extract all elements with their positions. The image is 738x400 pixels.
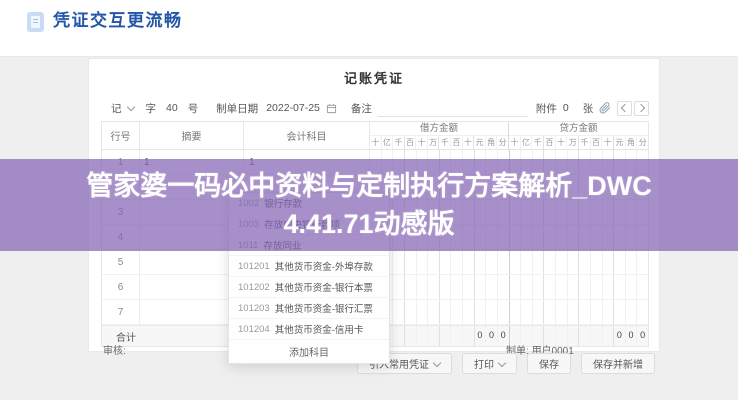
digit-label: 十 bbox=[602, 136, 615, 149]
row-number: 7 bbox=[102, 300, 140, 324]
chevron-down-icon[interactable] bbox=[126, 102, 135, 112]
add-subject-button[interactable]: 添加科目 bbox=[229, 340, 389, 363]
chevron-right-icon bbox=[636, 103, 646, 113]
page: 凭证交互更流畅 记账凭证 记 字 40 号 制单日期 2022-07-25 备注… bbox=[0, 0, 738, 400]
subject-option[interactable]: 101204 其他货币资金-信用卡 bbox=[229, 319, 389, 340]
digit-label: 百 bbox=[451, 136, 463, 149]
digit-label: 角 bbox=[626, 136, 638, 149]
digit-label: 千 bbox=[532, 136, 545, 149]
voucher-type-select[interactable]: 记 bbox=[111, 101, 122, 116]
digit-label: 分 bbox=[638, 138, 647, 147]
voucher-title: 记账凭证 bbox=[343, 71, 404, 86]
digit-label: 十 bbox=[509, 136, 521, 149]
debit-column-group: 借方金额 十亿千百十万千百十元角分 bbox=[370, 122, 509, 149]
promo-line-1: 管家婆一码必中资料与定制执行方案解析_DWC bbox=[86, 170, 652, 201]
chevron-left-icon bbox=[620, 103, 630, 113]
date-value[interactable]: 2022-07-25 bbox=[266, 102, 320, 114]
credit-column-group: 贷方金额 十亿千百十万千百十元角分 bbox=[509, 122, 648, 149]
digit-label: 千 bbox=[579, 136, 591, 149]
remark-input[interactable] bbox=[377, 99, 528, 117]
col-debit: 借方金额 bbox=[370, 122, 508, 136]
digit-label: 元 bbox=[614, 136, 626, 149]
chevron-down-icon bbox=[497, 358, 507, 367]
number-unit-label: 号 bbox=[187, 102, 199, 115]
subject-option[interactable]: 101203 其他货币资金-银行汇票 bbox=[229, 298, 389, 319]
debit-digit-scale: 十亿千百十万千百十元角分 bbox=[370, 136, 508, 149]
row-number: 6 bbox=[102, 275, 140, 299]
voucher-number-input[interactable]: 40 bbox=[166, 102, 178, 114]
digit-label: 百 bbox=[544, 136, 556, 149]
paperclip-icon[interactable] bbox=[599, 102, 611, 114]
promo-overlay: 管家婆一码必中资料与定制执行方案解析_DWC 4.41.71动感版 bbox=[0, 159, 738, 251]
digit-label: 十 bbox=[416, 136, 428, 149]
digit-label: 分 bbox=[498, 138, 507, 147]
digit-label: 万 bbox=[428, 136, 440, 149]
voucher-document-icon bbox=[27, 12, 44, 32]
print-button[interactable]: 打印 bbox=[462, 353, 517, 374]
amount-cells[interactable] bbox=[370, 275, 648, 299]
digit-label: 十 bbox=[463, 136, 475, 149]
row-number: 5 bbox=[102, 250, 140, 274]
save-and-new-button[interactable]: 保存并新增 bbox=[581, 353, 655, 374]
subject-option[interactable]: 101201 其他货币资金-外埠存款 bbox=[229, 256, 389, 277]
col-summary: 摘要 bbox=[140, 122, 244, 149]
col-subject: 会计科目 bbox=[244, 122, 370, 149]
chevron-down-icon bbox=[432, 358, 442, 367]
app-header: 凭证交互更流畅 bbox=[0, 0, 738, 57]
digit-label: 万 bbox=[567, 136, 580, 149]
attachment-unit-label: 张 bbox=[582, 102, 594, 115]
next-voucher-button[interactable] bbox=[634, 100, 649, 116]
voucher-toolbar: 记 字 40 号 制单日期 2022-07-25 备注 附件 0 张 bbox=[111, 98, 651, 118]
digit-label: 百 bbox=[591, 136, 603, 149]
digit-label: 十 bbox=[370, 136, 382, 149]
calendar-icon[interactable] bbox=[326, 103, 337, 114]
remark-label: 备注 bbox=[350, 102, 372, 115]
digit-label: 亿 bbox=[521, 136, 533, 149]
app-title: 凭证交互更流畅 bbox=[53, 11, 183, 30]
digit-label: 元 bbox=[474, 136, 486, 149]
voucher-pager bbox=[617, 100, 649, 116]
save-button[interactable]: 保存 bbox=[527, 353, 571, 374]
prev-voucher-button[interactable] bbox=[617, 100, 632, 116]
digit-label: 百 bbox=[405, 136, 417, 149]
amount-cells[interactable] bbox=[370, 250, 648, 274]
digit-label: 角 bbox=[486, 136, 498, 149]
attachment-label: 附件 bbox=[535, 102, 557, 115]
subject-option[interactable]: 101202 其他货币资金-银行本票 bbox=[229, 277, 389, 298]
digit-label: 千 bbox=[393, 136, 405, 149]
amount-cells[interactable] bbox=[370, 300, 648, 324]
promo-line-2: 4.41.71动感版 bbox=[283, 208, 455, 239]
credit-digit-scale: 十亿千百十万千百十元角分 bbox=[509, 136, 648, 149]
digit-label: 十 bbox=[556, 136, 568, 149]
date-label: 制单日期 bbox=[216, 102, 259, 115]
col-credit: 贷方金额 bbox=[509, 122, 648, 136]
digit-label: 亿 bbox=[382, 136, 394, 149]
col-row-no: 行号 bbox=[102, 122, 140, 149]
attachment-count: 0 bbox=[562, 102, 569, 114]
word-label: 字 bbox=[145, 102, 157, 115]
table-header: 行号 摘要 会计科目 借方金额 十亿千百十万千百十元角分 贷方金额 十亿千百十万… bbox=[102, 122, 648, 150]
digit-label: 千 bbox=[439, 136, 452, 149]
